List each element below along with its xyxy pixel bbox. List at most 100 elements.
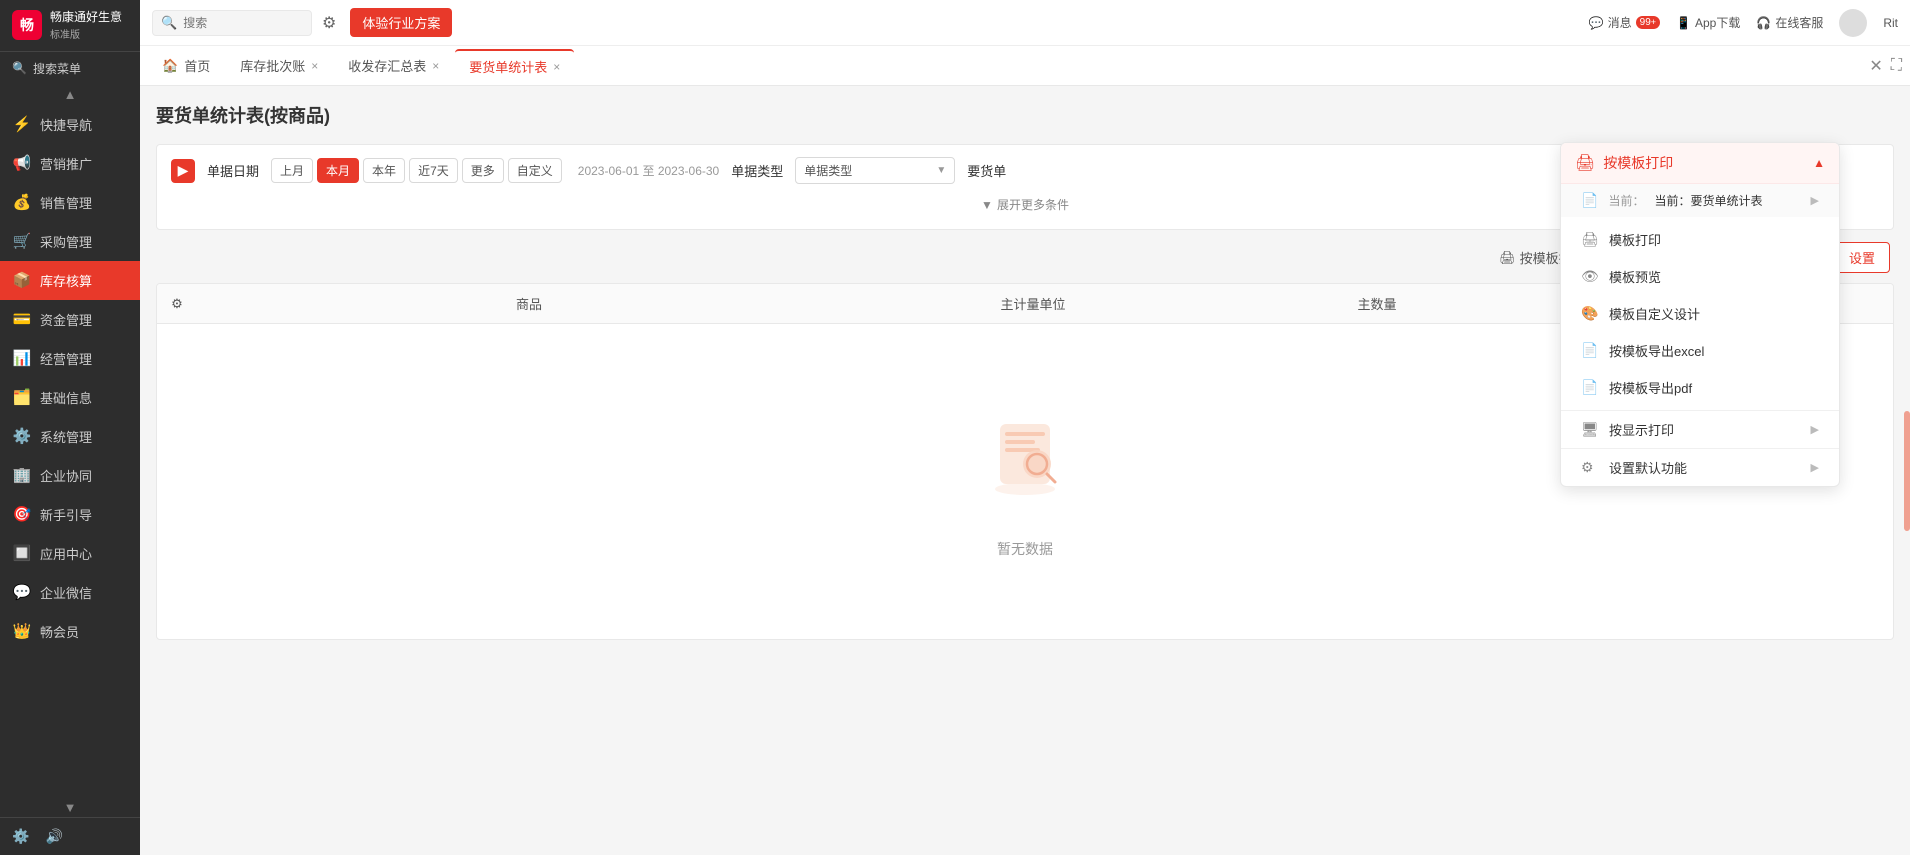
topbar-search-box[interactable]: 🔍 <box>152 10 312 36</box>
current-template-value: 当前：要货单统计表 <box>1654 192 1762 209</box>
sidebar-label-shortcut: 快捷导航 <box>40 115 92 134</box>
template-print-item[interactable]: 🖨 模板打印 <box>1561 221 1839 258</box>
trial-button[interactable]: 体验行业方案 <box>350 8 452 37</box>
window-maximize-btn[interactable]: ⛶ <box>1891 57 1902 75</box>
th-goods: 商品 <box>197 294 861 313</box>
expand-more-icon: ▼ <box>981 198 993 212</box>
sidebar-label-finance: 资金管理 <box>40 310 92 329</box>
sidebar-search[interactable]: 🔍 搜索菜单 <box>0 52 140 85</box>
print-dropdown-icon: 🖨 <box>1575 153 1595 173</box>
sidebar-label-purchase: 采购管理 <box>40 232 92 251</box>
topbar: 🔍 ⚙ 体验行业方案 💬 消息 99+ 📱 App下载 🎧 在线客服 Rit <box>140 0 1910 46</box>
current-template-item: 📄 当前： 当前：要货单统计表 ▶ <box>1561 184 1839 217</box>
sidebar-label-wxwork: 企业微信 <box>40 583 92 602</box>
sidebar: 畅 畅康通好生意 标准版 🔍 搜索菜单 ▲ ⚡ 快捷导航 📢 营销推广 💰 销售… <box>0 0 140 855</box>
template-preview-item[interactable]: 👁 模板预览 <box>1561 258 1839 295</box>
display-print-item[interactable]: 🖥 按显示打印 ▶ <box>1561 410 1839 448</box>
filter-expand-button[interactable]: ▶ <box>171 159 195 183</box>
sidebar-label-basic: 基础信息 <box>40 388 92 407</box>
sidebar-scroll-down[interactable]: ▼ <box>0 797 140 817</box>
sidebar-label-member: 畅会员 <box>40 622 79 641</box>
display-print-icon: 🖥 <box>1581 421 1599 438</box>
template-custom-icon: 🎨 <box>1581 305 1599 322</box>
sidebar-item-inventory[interactable]: 📦 库存核算 <box>0 261 140 300</box>
tab-inventory-batch[interactable]: 库存批次账 × <box>226 50 332 81</box>
sidebar-item-appstore[interactable]: 🔲 应用中心 <box>0 534 140 573</box>
sidebar-item-marketing[interactable]: 📢 营销推广 <box>0 144 140 183</box>
empty-text: 暂无数据 <box>997 539 1053 559</box>
topbar-gear-icon[interactable]: ⚙ <box>322 13 336 33</box>
sidebar-scroll-up[interactable]: ▲ <box>0 85 140 105</box>
tabs-bar: 🏠 首页 库存批次账 × 收发存汇总表 × 要货单统计表 × ✕ ⛶ <box>140 46 1910 86</box>
tab-home[interactable]: 🏠 首页 <box>148 50 224 81</box>
order-type-select[interactable]: 单据类型 ▼ <box>795 157 955 184</box>
shortcut-icon: ⚡ <box>12 115 32 133</box>
set-default-item[interactable]: ⚙ 设置默认功能 ▶ <box>1561 448 1839 486</box>
member-icon: 👑 <box>12 622 32 640</box>
sidebar-item-wxwork[interactable]: 💬 企业微信 <box>0 573 140 612</box>
topbar-app-download[interactable]: 📱 App下载 <box>1676 14 1740 31</box>
set-default-icon: ⚙ <box>1581 459 1599 476</box>
wxwork-icon: 💬 <box>12 583 32 601</box>
sidebar-item-enterprise[interactable]: 🏢 企业协同 <box>0 456 140 495</box>
date-btn-last7days[interactable]: 近7天 <box>409 158 458 183</box>
sidebar-item-operations[interactable]: 📊 经营管理 <box>0 339 140 378</box>
date-btn-this-year[interactable]: 本年 <box>363 158 405 183</box>
app-subtitle: 标准版 <box>50 26 122 41</box>
date-btn-current-month[interactable]: 本月 <box>317 158 359 183</box>
sidebar-item-finance[interactable]: 💳 资金管理 <box>0 300 140 339</box>
sales-icon: 💰 <box>12 193 32 211</box>
empty-illustration <box>975 404 1075 504</box>
search-icon: 🔍 <box>12 61 27 75</box>
date-btn-custom[interactable]: 自定义 <box>508 158 562 183</box>
printer-icon: 🖨 <box>1499 250 1516 266</box>
topbar-messages[interactable]: 💬 消息 99+ <box>1589 14 1660 31</box>
th-qty: 主数量 <box>1205 294 1549 313</box>
tabs-window-controls: ✕ ⛶ <box>1869 56 1902 76</box>
print-dropdown-menu: 🖨 按模板打印 ▲ 📄 当前： 当前：要货单统计表 ▶ 🖨 模板打印 👁 模板预… <box>1560 142 1840 487</box>
topbar-username[interactable]: Rit <box>1883 16 1898 30</box>
sidebar-item-member[interactable]: 👑 畅会员 <box>0 612 140 651</box>
dropdown-header[interactable]: 🖨 按模板打印 ▲ <box>1561 143 1839 184</box>
tab-close-order-stats[interactable]: × <box>553 60 560 74</box>
template-custom-item[interactable]: 🎨 模板自定义设计 <box>1561 295 1839 332</box>
sidebar-label-operations: 经营管理 <box>40 349 92 368</box>
scrollbar-right[interactable] <box>1904 411 1910 531</box>
sidebar-item-basic[interactable]: 🗂️ 基础信息 <box>0 378 140 417</box>
date-btn-more[interactable]: 更多 <box>462 158 504 183</box>
topbar-search-input[interactable] <box>183 16 303 30</box>
marketing-icon: 📢 <box>12 154 32 172</box>
sidebar-label-appstore: 应用中心 <box>40 544 92 563</box>
speaker-bottom-icon[interactable]: 🔊 <box>45 828 62 845</box>
settings-button[interactable]: 设置 <box>1834 242 1890 273</box>
sidebar-item-shortcut[interactable]: ⚡ 快捷导航 <box>0 105 140 144</box>
sidebar-item-sales[interactable]: 💰 销售管理 <box>0 183 140 222</box>
dropdown-collapse-arrow[interactable]: ▲ <box>1813 156 1825 170</box>
home-icon: 🏠 <box>162 58 178 74</box>
current-template-arrow[interactable]: ▶ <box>1811 194 1819 207</box>
date-buttons: 上月 本月 本年 近7天 更多 自定义 <box>271 158 562 183</box>
date-btn-last-month[interactable]: 上月 <box>271 158 313 183</box>
order-type-label: 单据类型 <box>731 161 783 180</box>
template-pdf-icon: 📄 <box>1581 379 1599 396</box>
set-default-arrow: ▶ <box>1811 461 1819 474</box>
topbar-online-service[interactable]: 🎧 在线客服 <box>1756 14 1823 31</box>
sidebar-item-guide[interactable]: 🎯 新手引导 <box>0 495 140 534</box>
template-excel-item[interactable]: 📄 按模板导出excel <box>1561 332 1839 369</box>
settings-bottom-icon[interactable]: ⚙️ <box>12 828 29 845</box>
sidebar-nav: ⚡ 快捷导航 📢 营销推广 💰 销售管理 🛒 采购管理 📦 库存核算 💳 资金管… <box>0 105 140 797</box>
tab-order-stats[interactable]: 要货单统计表 × <box>455 49 574 82</box>
sidebar-item-system[interactable]: ⚙️ 系统管理 <box>0 417 140 456</box>
tab-close-receipt-summary[interactable]: × <box>432 59 439 73</box>
th-settings[interactable]: ⚙ <box>157 296 197 312</box>
finance-icon: 💳 <box>12 310 32 328</box>
template-pdf-item[interactable]: 📄 按模板导出pdf <box>1561 369 1839 406</box>
phone-icon: 📱 <box>1676 16 1691 30</box>
sidebar-item-purchase[interactable]: 🛒 采购管理 <box>0 222 140 261</box>
messages-label: 消息 <box>1608 14 1632 31</box>
app-logo-icon: 畅 <box>12 10 42 40</box>
tab-receipt-summary[interactable]: 收发存汇总表 × <box>334 50 453 81</box>
user-avatar[interactable] <box>1839 9 1867 37</box>
window-close-btn[interactable]: ✕ <box>1869 56 1882 76</box>
tab-close-inventory-batch[interactable]: × <box>311 59 318 73</box>
